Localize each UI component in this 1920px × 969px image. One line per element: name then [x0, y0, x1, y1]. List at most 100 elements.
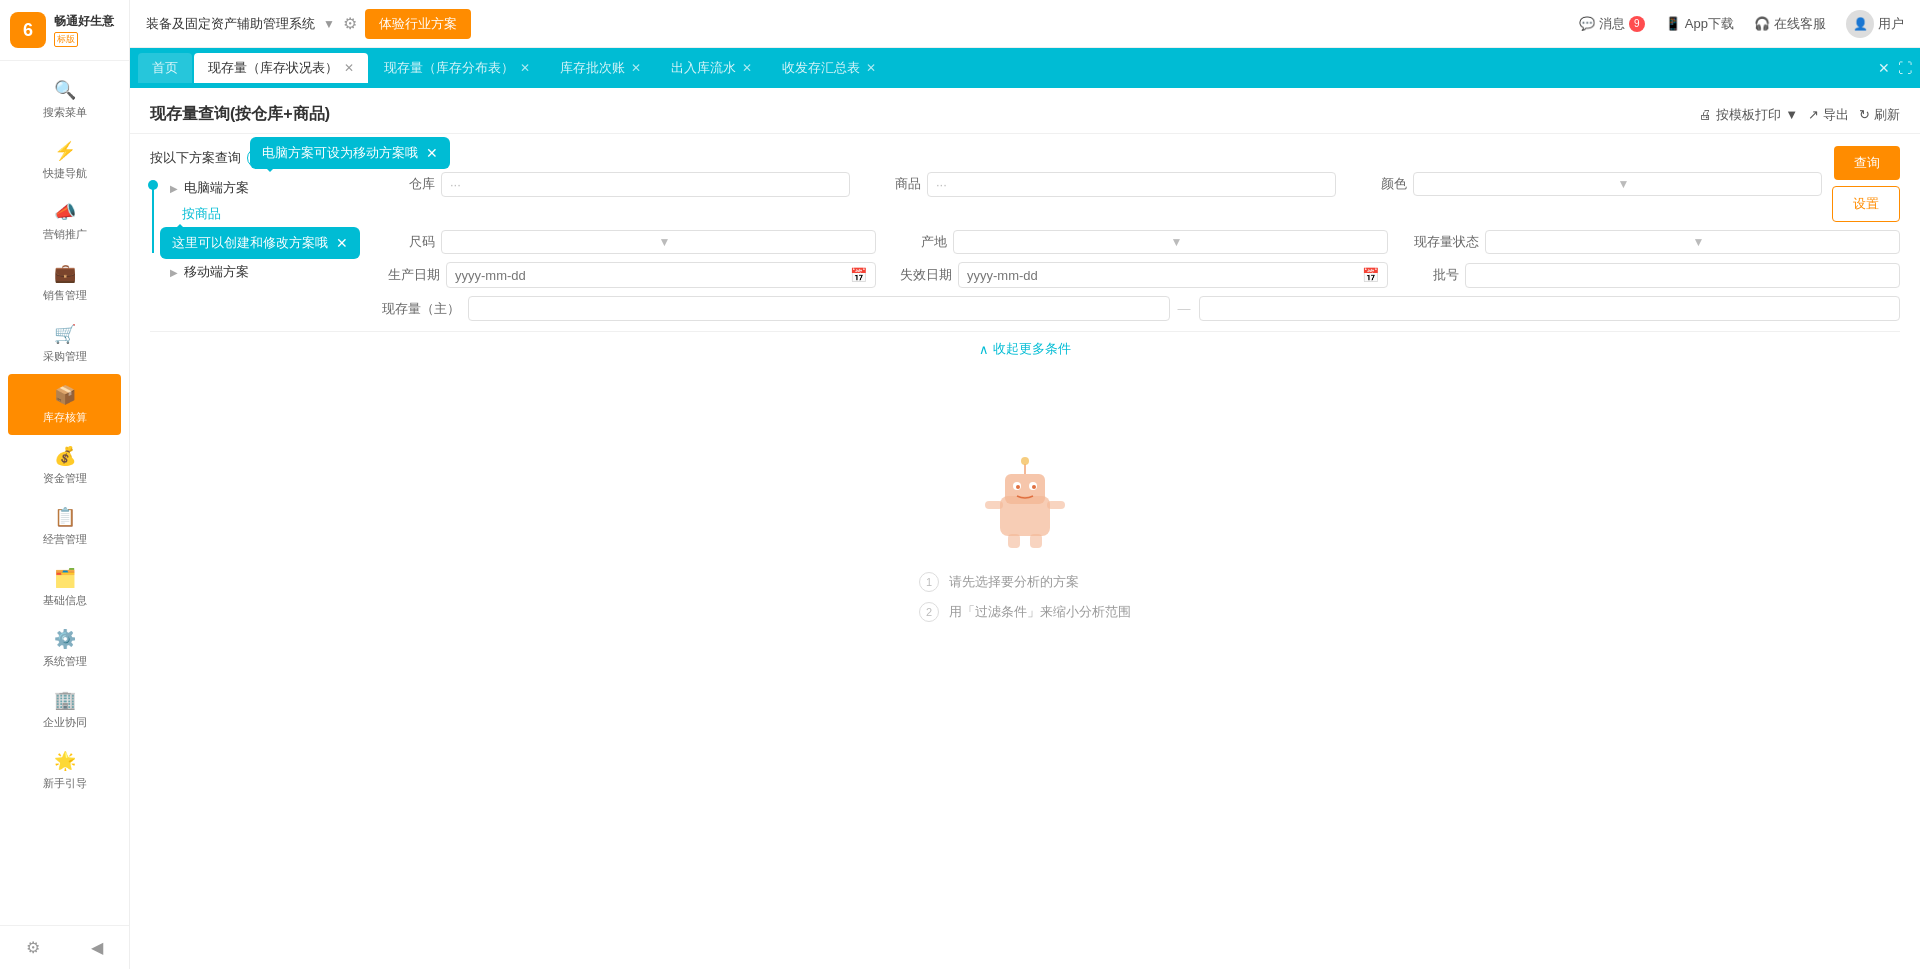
sidebar-item-system[interactable]: ⚙️ 系统管理 — [0, 618, 129, 679]
scheme-pc-group[interactable]: ▶ 电脑端方案 — [158, 175, 370, 201]
svg-point-7 — [1021, 457, 1029, 465]
folder-icon: 🗂️ — [54, 567, 76, 589]
sidebar-item-search[interactable]: 🔍 搜索菜单 — [0, 69, 129, 130]
tab-collect-summary-close[interactable]: ✕ — [866, 61, 876, 75]
sidebar-item-enterprise[interactable]: 🏢 企业协同 — [0, 679, 129, 740]
filter-right: 仓库 ··· 商品 ··· — [380, 146, 1900, 321]
warehouse-placeholder: ··· — [450, 177, 841, 192]
step-num-1: 1 — [919, 572, 939, 592]
tab-bar: 首页 现存量（库存状况表） ✕ 现存量（库存分布表） ✕ 库存批次账 ✕ 出入库… — [130, 48, 1920, 88]
sidebar-item-basic[interactable]: 🗂️ 基础信息 — [0, 557, 129, 618]
produce-date-input[interactable] — [455, 268, 850, 283]
refresh-btn[interactable]: ↻ 刷新 — [1859, 106, 1900, 124]
sidebar-item-finance[interactable]: 💰 资金管理 — [0, 435, 129, 496]
tab-batch-account-close[interactable]: ✕ — [631, 61, 641, 75]
tab-expand-icon[interactable]: ⛶ — [1898, 60, 1912, 76]
sidebar: 6 畅通好生意 标版 🔍 搜索菜单 ⚡ 快捷导航 📣 营销推广 💼 销售管理 🛒… — [0, 0, 130, 969]
color-select[interactable]: ▼ — [1413, 172, 1822, 196]
sidebar-item-inventory[interactable]: 📦 库存核算 — [8, 374, 121, 435]
message-icon: 💬 — [1579, 16, 1595, 31]
stock-qty-to-wrap[interactable] — [1199, 296, 1901, 321]
avatar: 👤 — [1846, 10, 1874, 38]
online-service-action[interactable]: 🎧 在线客服 — [1754, 15, 1826, 33]
header-right: 💬 消息 9 📱 App下载 🎧 在线客服 👤 用户 — [1579, 10, 1904, 38]
scheme-pc-arrow: ▶ — [170, 183, 178, 194]
tab-inventory-dist-close[interactable]: ✕ — [520, 61, 530, 75]
filter-area: 按以下方案查询 + ↻ ← 电脑方案可设为移动方案哦 — [130, 134, 1920, 366]
tab-inventory-status[interactable]: 现存量（库存状况表） ✕ — [194, 53, 368, 83]
stock-qty-to-input[interactable] — [1208, 301, 1892, 316]
sidebar-item-guide[interactable]: 🌟 新手引导 — [0, 740, 129, 801]
scheme-list: 电脑方案可设为移动方案哦 ✕ ▶ 电脑端方案 按商品 — [150, 175, 370, 285]
tab-inventory-dist[interactable]: 现存量（库存分布表） ✕ — [370, 53, 544, 83]
tooltip-create-scheme-text: 这里可以创建和修改方案哦 — [172, 234, 328, 252]
sidebar-item-sales[interactable]: 💼 销售管理 — [0, 252, 129, 313]
empty-steps: 1 请先选择要分析的方案 2 用「过滤条件」来缩小分析范围 — [919, 572, 1131, 622]
expire-date-input[interactable] — [967, 268, 1362, 283]
warehouse-input-wrap[interactable]: ··· — [441, 172, 850, 197]
sidebar-nav: 🔍 搜索菜单 ⚡ 快捷导航 📣 营销推广 💼 销售管理 🛒 采购管理 📦 库存核… — [0, 61, 129, 925]
gear-icon: ⚙️ — [54, 628, 76, 650]
tab-inventory-status-close[interactable]: ✕ — [344, 61, 354, 75]
sidebar-item-purchase[interactable]: 🛒 采购管理 — [0, 313, 129, 374]
warehouse-label: 仓库 — [380, 175, 435, 193]
user-action[interactable]: 👤 用户 — [1846, 10, 1904, 38]
expire-date-input-wrap[interactable]: 📅 — [958, 262, 1388, 288]
sidebar-item-operation[interactable]: 📋 经营管理 — [0, 496, 129, 557]
stock-status-field: 现存量状态 ▼ — [1404, 230, 1900, 254]
expire-date-label: 失效日期 — [892, 266, 952, 284]
tab-in-out-flow-close[interactable]: ✕ — [742, 61, 752, 75]
tab-close-all-icon[interactable]: ✕ — [1878, 60, 1890, 76]
tab-in-out-flow-label: 出入库流水 — [671, 59, 736, 77]
print-template-btn[interactable]: 🖨 按模板打印 ▼ — [1699, 106, 1798, 124]
goods-placeholder: ··· — [936, 177, 1327, 192]
industry-plan-button[interactable]: 体验行业方案 — [365, 9, 471, 39]
collapse-sidebar-icon[interactable]: ◀ — [91, 938, 103, 957]
app-logo-text: 畅通好生意 标版 — [54, 13, 114, 47]
stock-status-select[interactable]: ▼ — [1485, 230, 1900, 254]
app-download-label: App下载 — [1685, 15, 1734, 33]
produce-date-calendar-icon[interactable]: 📅 — [850, 267, 867, 283]
step-2-text: 用「过滤条件」来缩小分析范围 — [949, 603, 1131, 621]
svg-rect-1 — [1005, 474, 1045, 504]
tooltip-scheme-pc-close[interactable]: ✕ — [426, 145, 438, 161]
tab-home[interactable]: 首页 — [138, 53, 192, 83]
message-badge: 9 — [1629, 16, 1645, 32]
tab-in-out-flow[interactable]: 出入库流水 ✕ — [657, 53, 766, 83]
query-button[interactable]: 查询 — [1834, 146, 1900, 180]
header-settings-icon[interactable]: ⚙ — [343, 14, 357, 33]
main-area: 装备及固定资产辅助管理系统 ▼ ⚙ 体验行业方案 💬 消息 9 📱 App下载 … — [130, 0, 1920, 969]
sidebar-item-quicknav[interactable]: ⚡ 快捷导航 — [0, 130, 129, 191]
goods-field: 商品 ··· — [866, 172, 1336, 197]
system-select-chevron[interactable]: ▼ — [323, 17, 335, 31]
app-download-action[interactable]: 📱 App下载 — [1665, 15, 1734, 33]
step-1-text: 请先选择要分析的方案 — [949, 573, 1079, 591]
scheme-item-goods-label: 按商品 — [182, 205, 221, 223]
size-select[interactable]: ▼ — [441, 230, 876, 254]
stock-qty-from-input[interactable] — [477, 301, 1161, 316]
filter-row1: 仓库 ··· 商品 ··· — [380, 146, 1900, 222]
reset-button[interactable]: 设置 — [1832, 186, 1900, 222]
tooltip1-arrow — [266, 168, 274, 176]
collapse-filter-button[interactable]: ∧ 收起更多条件 — [150, 331, 1900, 366]
tab-collect-summary[interactable]: 收发存汇总表 ✕ — [768, 53, 890, 83]
export-btn[interactable]: ↗ 导出 — [1808, 106, 1849, 124]
filter-row3: 生产日期 📅 失效日期 📅 — [380, 262, 1900, 288]
scheme-pc-label: 电脑端方案 — [184, 179, 249, 197]
batch-no-input[interactable] — [1474, 268, 1891, 283]
origin-select[interactable]: ▼ — [953, 230, 1388, 254]
expire-date-calendar-icon[interactable]: 📅 — [1362, 267, 1379, 283]
stock-qty-from-wrap[interactable] — [468, 296, 1170, 321]
settings-bottom-icon[interactable]: ⚙ — [26, 938, 40, 957]
page-content: 现存量查询(按仓库+商品) 🖨 按模板打印 ▼ ↗ 导出 ↻ 刷新 — [130, 88, 1920, 969]
tooltip-create-scheme-close[interactable]: ✕ — [336, 235, 348, 251]
goods-input-wrap[interactable]: ··· — [927, 172, 1336, 197]
svg-rect-8 — [985, 501, 1003, 509]
messages-label: 消息 — [1599, 15, 1625, 33]
sidebar-item-marketing[interactable]: 📣 营销推广 — [0, 191, 129, 252]
batch-no-input-wrap[interactable] — [1465, 263, 1900, 288]
tab-batch-account[interactable]: 库存批次账 ✕ — [546, 53, 655, 83]
produce-date-input-wrap[interactable]: 📅 — [446, 262, 876, 288]
messages-action[interactable]: 💬 消息 9 — [1579, 15, 1645, 33]
scheme-pc-item-goods[interactable]: 按商品 — [158, 201, 370, 227]
